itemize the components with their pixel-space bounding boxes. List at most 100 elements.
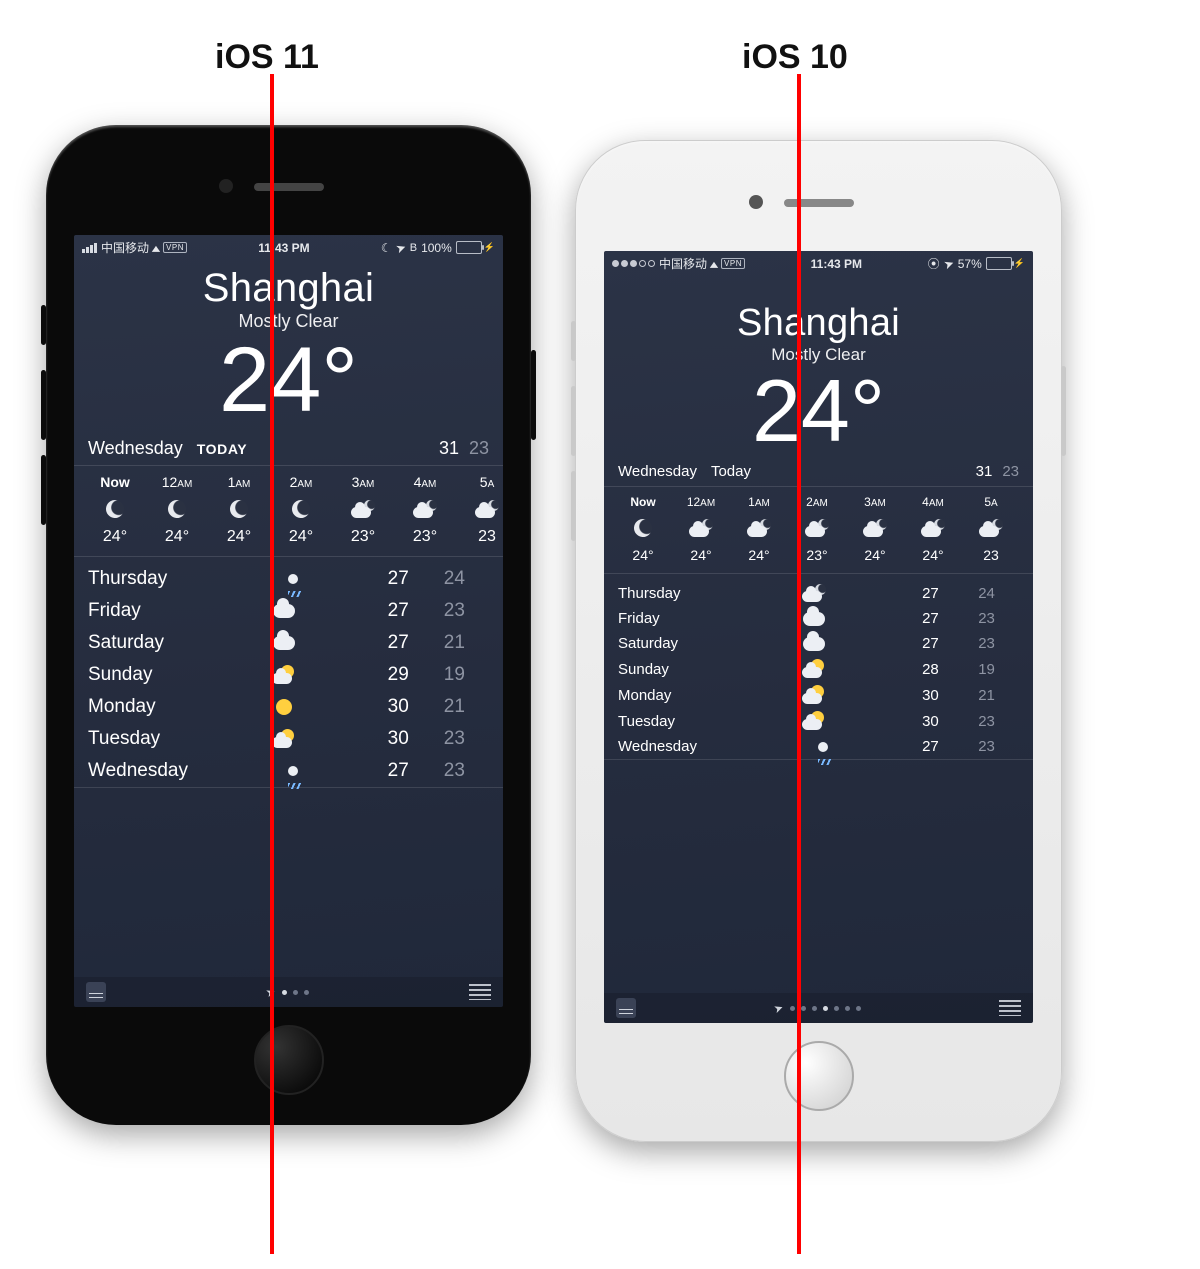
page-dot (812, 1006, 817, 1011)
vpn-badge: VPN (721, 258, 745, 269)
day-name: Thursday (88, 568, 240, 590)
hourly-item: Now24° (84, 474, 146, 546)
status-bar: 中国移动▴VPN11:43 PM⦿➤57%⚡ (604, 251, 1033, 272)
day-name: Sunday (88, 664, 240, 686)
page-dot (304, 990, 309, 995)
cloud-moon-icon (351, 500, 375, 518)
iphone-black-frame: 中国移动▴VPN11:43 PM☾➤B100%⚡ShanghaiMostly C… (46, 125, 531, 1125)
day-low: 23 (939, 610, 995, 627)
front-camera (749, 195, 763, 209)
center-guide-right (797, 74, 801, 1254)
current-temperature: 24° (74, 334, 503, 426)
day-low: 21 (409, 696, 465, 718)
hour-label: 5A (962, 495, 1020, 509)
day-low: 21 (409, 632, 465, 654)
condition-text: Mostly Clear (74, 311, 503, 332)
battery-percent: 57% (958, 257, 982, 271)
page-indicator: ➤ (774, 1002, 860, 1015)
current-conditions: ShanghaiMostly Clear24° (74, 266, 503, 430)
cloud-sun-icon (802, 712, 826, 730)
status-time: 11:43 PM (258, 241, 309, 255)
condition-text: Mostly Clear (604, 345, 1033, 365)
hourly-forecast[interactable]: Now24°12AM24°1AM24°2AM23°3AM24°4AM24°5A2… (604, 487, 1033, 574)
hour-label: 4AM (904, 495, 962, 509)
day-low: 23 (409, 760, 465, 782)
label-ios10: iOS 10 (742, 38, 848, 77)
day-high: 27 (329, 568, 409, 590)
hourly-forecast[interactable]: Now24°12AM24°1AM24°2AM24°3AM23°4AM23°5A2… (74, 466, 503, 557)
day-high: 27 (859, 610, 939, 627)
orientation-lock-icon: ⦿ (928, 255, 940, 272)
locations-list-icon[interactable] (469, 984, 491, 1000)
locations-list-icon[interactable] (999, 1000, 1021, 1016)
cloud-sun-icon (272, 730, 296, 748)
earpiece-speaker (254, 183, 324, 191)
day-name: Saturday (88, 632, 240, 654)
home-button[interactable] (254, 1025, 324, 1095)
hour-temp: 24° (146, 528, 208, 546)
day-high: 30 (329, 728, 409, 750)
hour-label: 12AM (672, 495, 730, 509)
daily-row: Tuesday3023 (88, 723, 489, 755)
home-button[interactable] (784, 1041, 854, 1111)
hour-temp: 23° (332, 528, 394, 546)
bluetooth-icon: B (410, 242, 417, 254)
location-icon: ➤ (394, 239, 408, 256)
today-label: Today (711, 463, 751, 480)
cloud-moon-icon (921, 519, 945, 537)
hourly-item: 12AM24° (672, 495, 730, 563)
hour-label: 3AM (332, 474, 394, 490)
cellular-signal-icon (612, 260, 655, 267)
moon-icon (291, 499, 311, 519)
location-arrow-icon: ➤ (772, 1000, 785, 1015)
today-low: 23 (469, 438, 489, 459)
hour-label: 5A (456, 474, 503, 490)
cloud-sun-icon (802, 686, 826, 704)
daily-forecast[interactable]: Thursday2724Friday2723Saturday2721Sunday… (74, 557, 503, 788)
day-high: 27 (859, 738, 939, 755)
day-low: 21 (939, 687, 995, 704)
earpiece-speaker (784, 199, 854, 207)
iphone-silver-frame: 中国移动▴VPN11:43 PM⦿➤57%⚡ShanghaiMostly Cle… (575, 140, 1062, 1142)
vpn-badge: VPN (163, 242, 187, 253)
moon-icon (229, 499, 249, 519)
hour-temp: 24° (208, 528, 270, 546)
day-name: Monday (618, 687, 770, 704)
daily-row: Thursday2724 (88, 563, 489, 595)
cellular-signal-icon (82, 243, 97, 253)
hour-label: 4AM (394, 474, 456, 490)
weather-channel-icon[interactable] (86, 982, 106, 1002)
day-high: 29 (329, 664, 409, 686)
weather-app-screen[interactable]: 中国移动▴VPN11:43 PM☾➤B100%⚡ShanghaiMostly C… (74, 235, 503, 1007)
day-name: Friday (618, 610, 770, 627)
hour-temp: 23 (962, 547, 1020, 563)
today-label: TODAY (197, 441, 247, 457)
battery-icon: ⚡ (456, 241, 495, 254)
daily-row: Monday 3021 (618, 682, 1019, 708)
daily-row: Wednesday2723 (618, 734, 1019, 759)
status-time: 11:43 PM (811, 257, 862, 271)
cloud-icon (803, 612, 825, 626)
day-name: Saturday (618, 635, 770, 652)
hour-label: 2AM (270, 474, 332, 490)
day-high: 27 (859, 635, 939, 652)
hourly-item: 12AM24° (146, 474, 208, 546)
cloud-sun-icon (272, 666, 296, 684)
daily-row: Wednesday2723 (88, 755, 489, 787)
day-low: 19 (939, 661, 995, 678)
day-high: 30 (859, 687, 939, 704)
day-high: 30 (329, 696, 409, 718)
cloud-moon-icon (413, 500, 437, 518)
daily-forecast[interactable]: Thursday2724Friday2723Saturday2723Sunday… (604, 574, 1033, 760)
hourly-item: 3AM24° (846, 495, 904, 563)
weather-channel-icon[interactable] (616, 998, 636, 1018)
weather-app-screen[interactable]: 中国移动▴VPN11:43 PM⦿➤57%⚡ShanghaiMostly Cle… (604, 251, 1033, 1023)
hourly-item: 5A23 (456, 474, 503, 546)
page-dot (282, 990, 287, 995)
hourly-item: 3AM 23° (332, 474, 394, 546)
hour-temp: 24° (904, 547, 962, 563)
cloud-moon-icon (863, 519, 887, 537)
page-dot (823, 1006, 828, 1011)
city-name: Shanghai (604, 302, 1033, 345)
hour-label: 1AM (730, 495, 788, 509)
